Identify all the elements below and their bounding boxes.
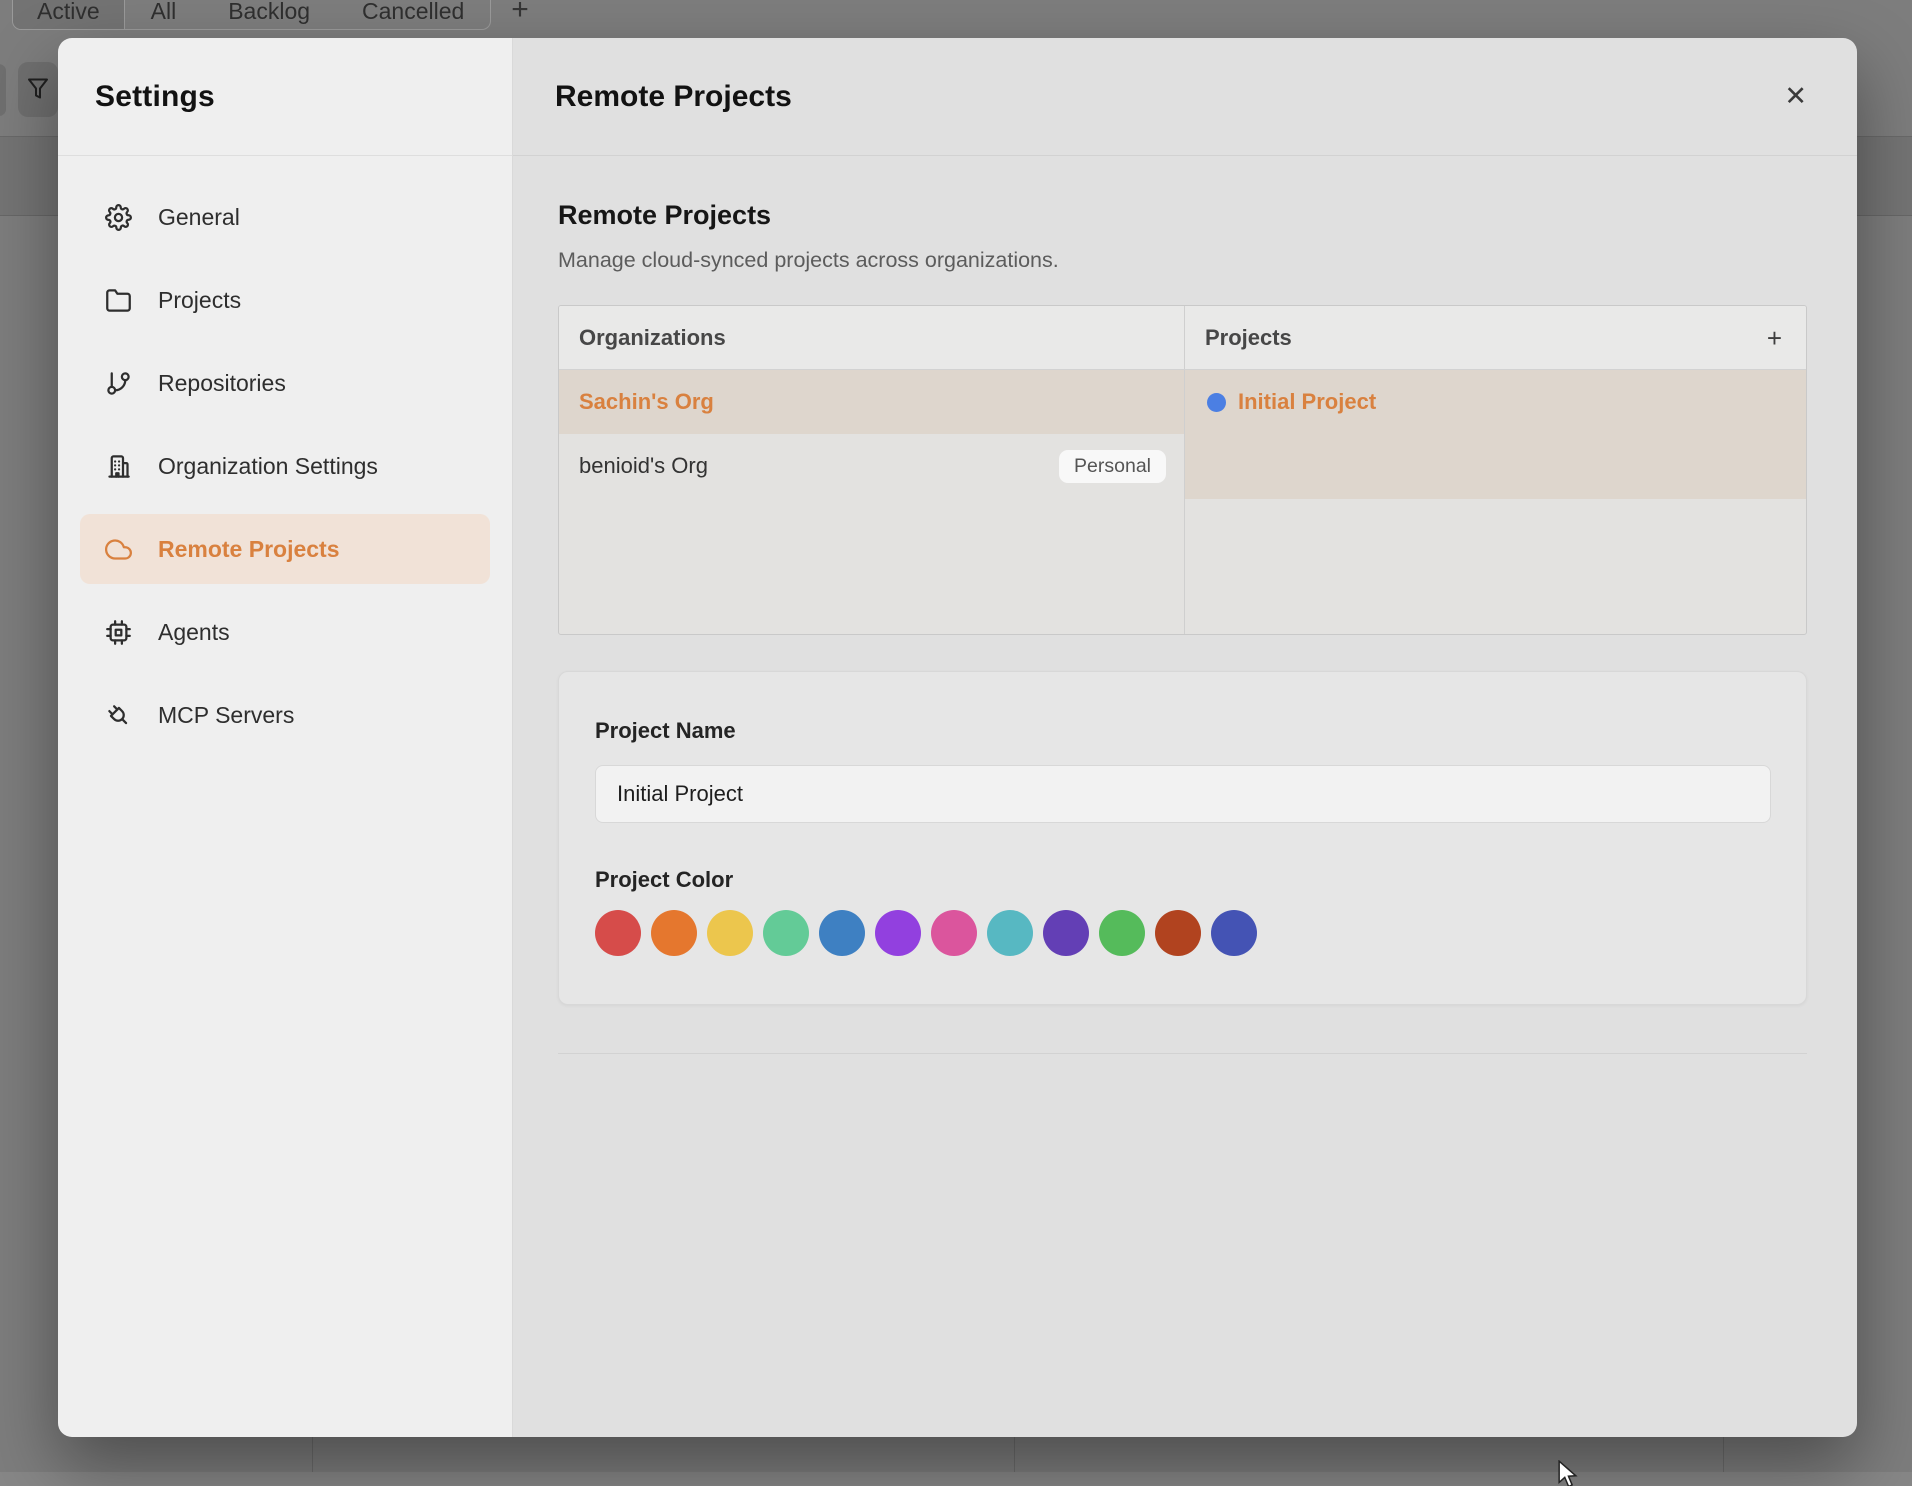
color-swatch-3e80c2[interactable] — [819, 910, 865, 956]
project-color-dot — [1207, 392, 1226, 412]
project-details-panel: Project Name Project Color — [558, 671, 1807, 1005]
organizations-list: Sachin's Org benioid's Org Personal — [559, 370, 1184, 634]
building-icon — [105, 453, 132, 480]
sidebar-item-label: Organization Settings — [158, 452, 378, 479]
color-swatch-db559d[interactable] — [931, 910, 977, 956]
personal-badge: Personal — [1059, 449, 1166, 483]
edge-button[interactable] — [0, 64, 6, 116]
organization-row[interactable]: benioid's Org Personal — [559, 434, 1184, 498]
projects-column-label: Projects — [1204, 324, 1292, 350]
settings-sidebar: Settings General Projects Repositories Orga… — [58, 38, 513, 1437]
table-body: Sachin's Org benioid's Org Personal Initia… — [559, 370, 1806, 634]
cpu-icon — [105, 619, 132, 646]
project-color-label: Project Color — [595, 867, 734, 892]
add-view-button[interactable]: + — [500, 0, 540, 28]
project-row[interactable]: Initial Project — [1185, 370, 1806, 499]
organizations-column-header: Organizations — [579, 324, 726, 350]
gear-icon — [105, 203, 132, 231]
color-swatch-57b8c2[interactable] — [987, 910, 1033, 956]
plug-icon — [105, 702, 132, 729]
sidebar-item-label: MCP Servers — [158, 701, 295, 728]
cloud-icon — [105, 536, 132, 563]
color-swatch-4453b4[interactable] — [1211, 910, 1257, 956]
section-heading: Remote Projects — [558, 200, 772, 230]
projects-column-header: Projects + — [1183, 306, 1806, 369]
color-swatch-b1431f[interactable] — [1155, 910, 1201, 956]
section-divider — [558, 1053, 1807, 1054]
main-header: Remote Projects ✕ — [513, 38, 1857, 156]
sidebar-item-remote-projects[interactable]: Remote Projects — [80, 514, 490, 584]
view-tab-group: Active All Backlog Cancelled — [12, 0, 492, 30]
color-swatch-55bb5b[interactable] — [1099, 910, 1145, 956]
color-swatch-9240df[interactable] — [875, 910, 921, 956]
organization-row[interactable]: Sachin's Org — [559, 370, 1184, 434]
sidebar-item-label: Projects — [158, 286, 242, 313]
table-header: Organizations Projects + — [559, 306, 1806, 370]
settings-main-panel: Remote Projects ✕ Remote Projects Manage… — [513, 38, 1857, 1437]
color-swatch-ecc64d[interactable] — [707, 910, 753, 956]
bottom-strip — [0, 1472, 1912, 1486]
sidebar-item-projects[interactable]: Projects — [80, 265, 490, 335]
add-project-button[interactable]: + — [1767, 325, 1782, 351]
project-name-input[interactable] — [595, 765, 1771, 823]
projects-list: Initial Project — [1184, 370, 1806, 634]
organization-name: Sachin's Org — [579, 389, 714, 414]
tab-backlog[interactable]: Backlog — [202, 0, 336, 29]
sidebar-item-label: Remote Projects — [158, 535, 340, 562]
project-color-options — [595, 910, 1771, 956]
color-swatch-633fb5[interactable] — [1043, 910, 1089, 956]
sidebar-item-label: Agents — [158, 618, 230, 645]
sidebar-item-organization-settings[interactable]: Organization Settings — [80, 431, 490, 501]
sidebar-item-mcp-servers[interactable]: MCP Servers — [80, 680, 490, 750]
main-body: Remote Projects Manage cloud-synced proj… — [513, 156, 1857, 1054]
sidebar-item-general[interactable]: General — [80, 182, 490, 252]
sidebar-header: Settings — [58, 38, 512, 156]
project-name-label: Project Name — [595, 718, 736, 743]
color-swatch-63cb97[interactable] — [763, 910, 809, 956]
settings-modal: Settings General Projects Repositories Orga… — [58, 38, 1857, 1437]
tab-active[interactable]: Active — [13, 0, 125, 29]
project-name: Initial Project — [1238, 389, 1377, 414]
settings-nav: General Projects Repositories Organization … — [58, 156, 512, 763]
git-branch-icon — [105, 370, 132, 397]
sidebar-item-repositories[interactable]: Repositories — [80, 348, 490, 418]
settings-title: Settings — [95, 79, 215, 113]
filter-button[interactable] — [18, 62, 58, 117]
folder-icon — [105, 287, 132, 314]
funnel-icon — [26, 76, 50, 103]
tab-cancelled[interactable]: Cancelled — [336, 0, 490, 29]
mouse-cursor — [1556, 1459, 1580, 1486]
org-project-table: Organizations Projects + Sachin's Org ben… — [558, 305, 1807, 635]
sidebar-item-agents[interactable]: Agents — [80, 597, 490, 667]
page-title: Remote Projects — [555, 79, 792, 113]
section-description: Manage cloud-synced projects across orga… — [558, 248, 1059, 272]
organization-name: benioid's Org — [579, 453, 708, 478]
color-swatch-e5772e[interactable] — [651, 910, 697, 956]
close-icon[interactable]: ✕ — [1780, 79, 1811, 114]
color-swatch-d64c4a[interactable] — [595, 910, 641, 956]
sidebar-item-label: Repositories — [158, 369, 286, 396]
tab-all[interactable]: All — [125, 0, 203, 29]
sidebar-item-label: General — [158, 203, 240, 230]
